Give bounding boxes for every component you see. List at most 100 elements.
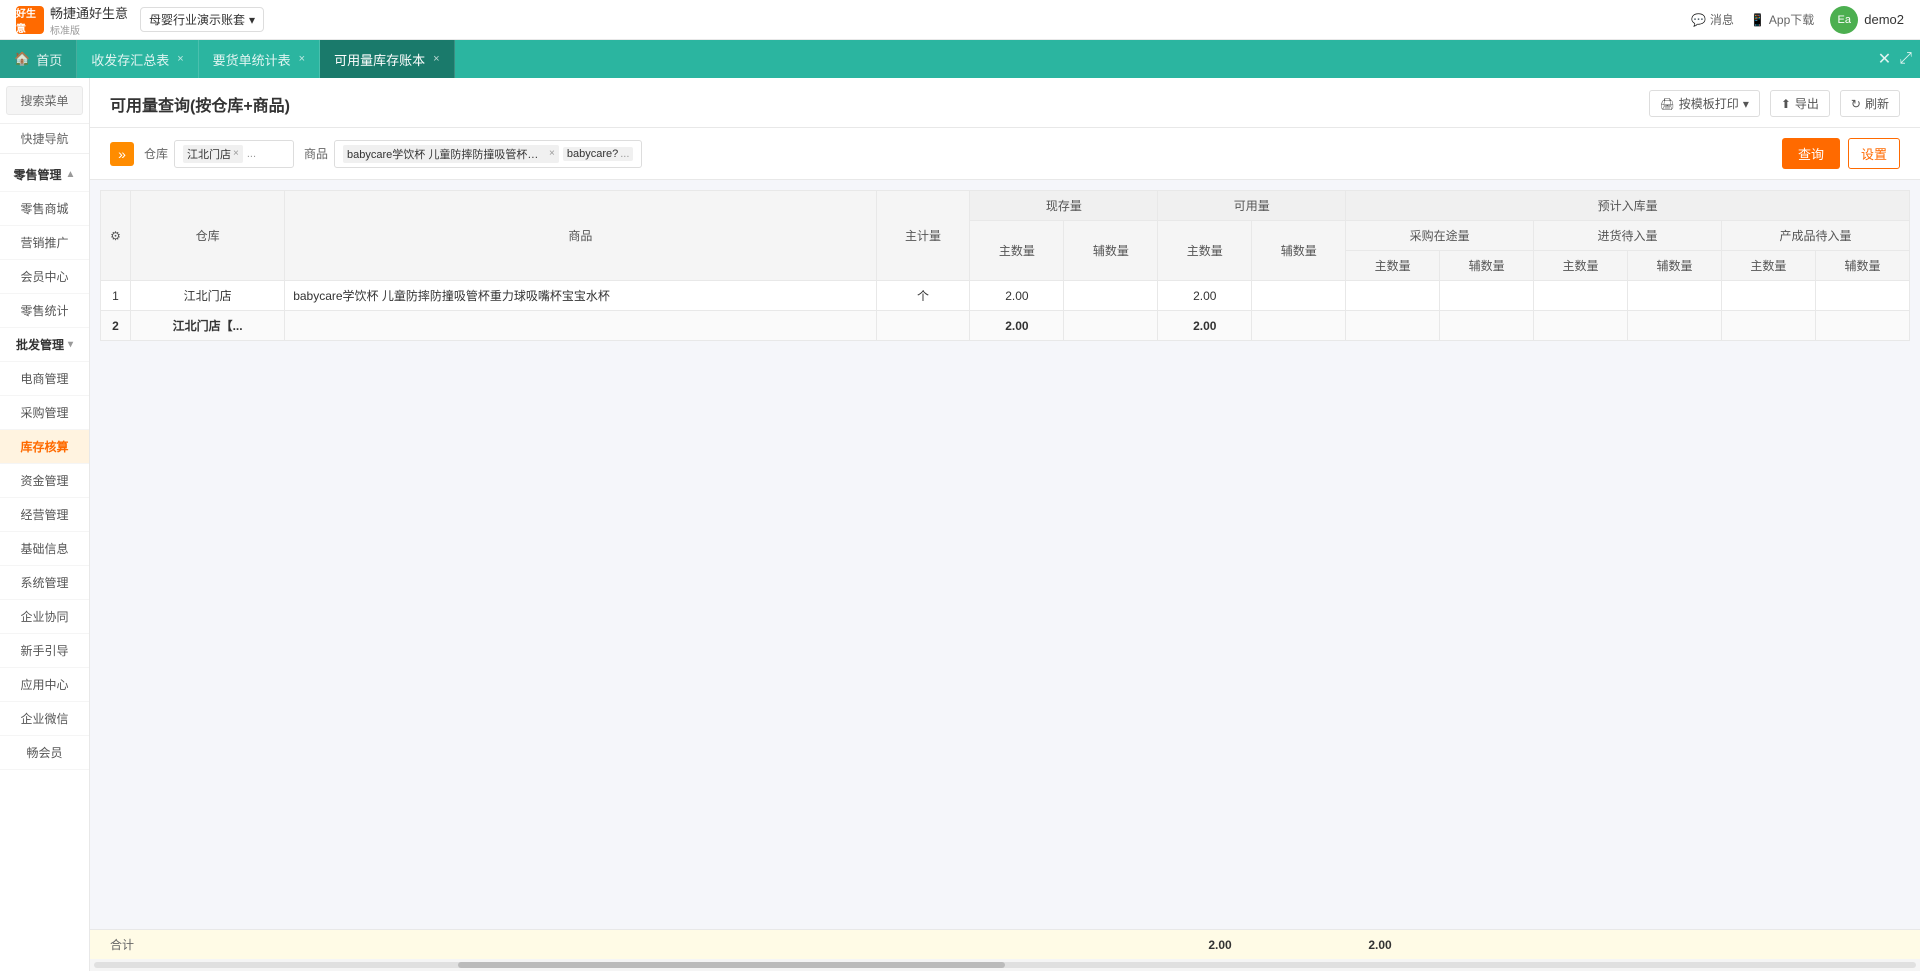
tab-receive-send[interactable]: 收发存汇总表 × bbox=[77, 40, 198, 78]
sidebar: 搜索菜单 快捷导航 零售管理 ▲ 零售商城 营销推广 会员中心 零售统计 批发管… bbox=[0, 78, 90, 971]
row1-current-main: 2.00 bbox=[970, 281, 1064, 311]
row2-purchase-aux bbox=[1440, 311, 1534, 341]
sidebar-item-enterprise-collab[interactable]: 企业协同 bbox=[0, 600, 89, 634]
sidebar-item-retail-mall-label: 零售商城 bbox=[20, 200, 68, 217]
warehouse-more[interactable]: ... bbox=[247, 148, 256, 160]
sidebar-item-enterprise-wechat[interactable]: 企业微信 bbox=[0, 702, 89, 736]
avatar: Ea bbox=[1830, 6, 1858, 34]
sidebar-item-enterprise-wechat-label: 企业微信 bbox=[20, 710, 68, 727]
sidebar-item-basic-info[interactable]: 基础信息 bbox=[0, 532, 89, 566]
top-bar-right: 💬 消息 📱 App下载 Ea demo2 bbox=[1691, 6, 1904, 34]
col-warehouse-header: 仓库 bbox=[131, 191, 285, 281]
sidebar-item-sys-mgmt[interactable]: 系统管理 bbox=[0, 566, 89, 600]
product-filter-input[interactable]: babycare学饮杯 儿童防摔防撞吸管杯重力球吸嘴杯宝宝水杯 × babyca… bbox=[334, 140, 642, 168]
warehouse-tag-remove[interactable]: × bbox=[233, 148, 239, 159]
row1-main-unit: 个 bbox=[876, 281, 970, 311]
row2-product bbox=[285, 311, 876, 341]
table-settings-icon[interactable]: ⚙ bbox=[101, 191, 131, 281]
col-finished-aux-header: 辅数量 bbox=[1815, 251, 1909, 281]
tab-home[interactable]: 🏠 首页 bbox=[0, 40, 77, 78]
sidebar-item-purchase-mgmt[interactable]: 采购管理 bbox=[0, 396, 89, 430]
col-incoming-header: 进货待入量 bbox=[1534, 221, 1722, 251]
col-incoming-main-header: 主数量 bbox=[1534, 251, 1628, 281]
tab-home-label: 首页 bbox=[36, 50, 62, 69]
scrollbar-track bbox=[94, 962, 1916, 968]
col-current-aux-header: 辅数量 bbox=[1064, 221, 1158, 281]
col-available-header: 可用量 bbox=[1158, 191, 1346, 221]
sidebar-item-ecommerce-mgmt[interactable]: 电商管理 bbox=[0, 362, 89, 396]
sidebar-item-retail-mgmt[interactable]: 零售管理 ▲ bbox=[0, 158, 89, 192]
message-label: 消息 bbox=[1710, 11, 1734, 28]
filter-bar: » 仓库 江北门店 × ... 商品 babycare学饮杯 儿童防摔防撞吸管杯… bbox=[90, 128, 1920, 180]
row1-product: babycare学饮杯 儿童防摔防撞吸管杯重力球吸嘴杯宝宝水杯 bbox=[285, 281, 876, 311]
sidebar-item-wholesale-mgmt[interactable]: 批发管理 ▾ bbox=[0, 328, 89, 362]
tab-available-stock[interactable]: 可用量库存账本 × bbox=[320, 40, 454, 78]
retail-mgmt-arrow: ▲ bbox=[66, 169, 76, 180]
print-icon: 🖨 bbox=[1660, 97, 1675, 111]
expand-icon: » bbox=[118, 146, 126, 162]
sidebar-item-ops-mgmt[interactable]: 经营管理 bbox=[0, 498, 89, 532]
tab-order-stats[interactable]: 要货单统计表 × bbox=[199, 40, 320, 78]
sidebar-item-finance-mgmt[interactable]: 资金管理 bbox=[0, 464, 89, 498]
warehouse-filter-input[interactable]: 江北门店 × ... bbox=[174, 140, 294, 168]
page-title: 可用量查询(按仓库+商品) bbox=[110, 92, 290, 116]
sidebar-item-app-center[interactable]: 应用中心 bbox=[0, 668, 89, 702]
logo-text: 畅捷通好生意 标准版 bbox=[50, 3, 128, 37]
sidebar-item-inventory-check[interactable]: 库存核算 bbox=[0, 430, 89, 464]
col-main-unit-header: 主计量 bbox=[876, 191, 970, 281]
row1-warehouse: 江北门店 bbox=[131, 281, 285, 311]
tab-order-stats-close[interactable]: × bbox=[299, 53, 305, 65]
sidebar-search-area: 搜索菜单 bbox=[0, 78, 89, 124]
sidebar-item-basic-info-label: 基础信息 bbox=[20, 540, 68, 557]
product-tag1-remove[interactable]: × bbox=[549, 148, 555, 159]
user-area[interactable]: Ea demo2 bbox=[1830, 6, 1904, 34]
row1-current-aux bbox=[1064, 281, 1158, 311]
row1-available-aux bbox=[1252, 281, 1346, 311]
filter-expand-btn[interactable]: » bbox=[110, 142, 134, 166]
col-available-aux-header: 辅数量 bbox=[1252, 221, 1346, 281]
query-btn[interactable]: 查询 bbox=[1782, 138, 1840, 169]
filter-actions: 查询 设置 bbox=[1782, 138, 1900, 169]
message-btn[interactable]: 💬 消息 bbox=[1691, 11, 1734, 28]
tab-available-stock-close[interactable]: × bbox=[433, 53, 439, 65]
quick-nav-btn[interactable]: 快捷导航 bbox=[0, 124, 89, 154]
sidebar-item-ecommerce-mgmt-label: 电商管理 bbox=[20, 370, 68, 387]
fullscreen-icon[interactable]: ⤢ bbox=[1899, 50, 1912, 68]
footer-bar: 合计 2.00 2.00 bbox=[90, 929, 1920, 959]
sidebar-item-vip-member[interactable]: 畅会员 bbox=[0, 736, 89, 770]
col-incoming-aux-header: 辅数量 bbox=[1628, 251, 1722, 281]
refresh-btn[interactable]: ↻ 刷新 bbox=[1840, 90, 1900, 117]
row2-incoming-aux bbox=[1628, 311, 1722, 341]
company-selector[interactable]: 母婴行业演示账套 ▾ bbox=[140, 7, 264, 32]
page-header: 可用量查询(按仓库+商品) 🖨 按模板打印 ▾ ⬆ 导出 ↻ 刷新 bbox=[90, 78, 1920, 128]
sidebar-item-member-center[interactable]: 会员中心 bbox=[0, 260, 89, 294]
table-row: 1 江北门店 babycare学饮杯 儿童防摔防撞吸管杯重力球吸嘴杯宝宝水杯 个… bbox=[101, 281, 1910, 311]
sidebar-item-retail-mall[interactable]: 零售商城 bbox=[0, 192, 89, 226]
sidebar-item-marketing[interactable]: 营销推广 bbox=[0, 226, 89, 260]
export-btn[interactable]: ⬆ 导出 bbox=[1770, 90, 1830, 117]
company-name: 母婴行业演示账套 bbox=[149, 11, 245, 28]
tab-receive-send-close[interactable]: × bbox=[177, 53, 183, 65]
print-label: 按模板打印 bbox=[1679, 95, 1739, 112]
tab-available-stock-label: 可用量库存账本 bbox=[334, 50, 425, 69]
horizontal-scrollbar[interactable] bbox=[90, 959, 1920, 971]
row2-finished-main bbox=[1721, 311, 1815, 341]
page-actions: 🖨 按模板打印 ▾ ⬆ 导出 ↻ 刷新 bbox=[1649, 90, 1900, 117]
sidebar-item-app-center-label: 应用中心 bbox=[20, 676, 68, 693]
footer-current-main-total: 2.00 bbox=[1180, 938, 1260, 952]
scrollbar-thumb[interactable] bbox=[458, 962, 1005, 968]
nav-right-actions: ✕ ⤢ bbox=[1878, 40, 1920, 78]
logo-sub-text: 标准版 bbox=[50, 22, 128, 37]
search-menu-btn[interactable]: 搜索菜单 bbox=[6, 86, 83, 115]
print-template-btn[interactable]: 🖨 按模板打印 ▾ bbox=[1649, 90, 1760, 117]
top-bar-left: 好生意 畅捷通好生意 标准版 母婴行业演示账套 ▾ bbox=[16, 3, 264, 37]
close-all-tabs-icon[interactable]: ✕ bbox=[1878, 49, 1891, 69]
app-download-btn[interactable]: 📱 App下载 bbox=[1750, 11, 1814, 28]
settings-btn[interactable]: 设置 bbox=[1848, 138, 1900, 169]
col-purchase-aux-header: 辅数量 bbox=[1440, 251, 1534, 281]
sidebar-item-new-guide[interactable]: 新手引导 bbox=[0, 634, 89, 668]
app-download-icon: 📱 bbox=[1750, 13, 1765, 27]
product-tag2-text: babycare? bbox=[567, 148, 618, 160]
sidebar-item-retail-mgmt-label: 零售管理 bbox=[14, 166, 62, 183]
sidebar-item-retail-stats[interactable]: 零售统计 bbox=[0, 294, 89, 328]
